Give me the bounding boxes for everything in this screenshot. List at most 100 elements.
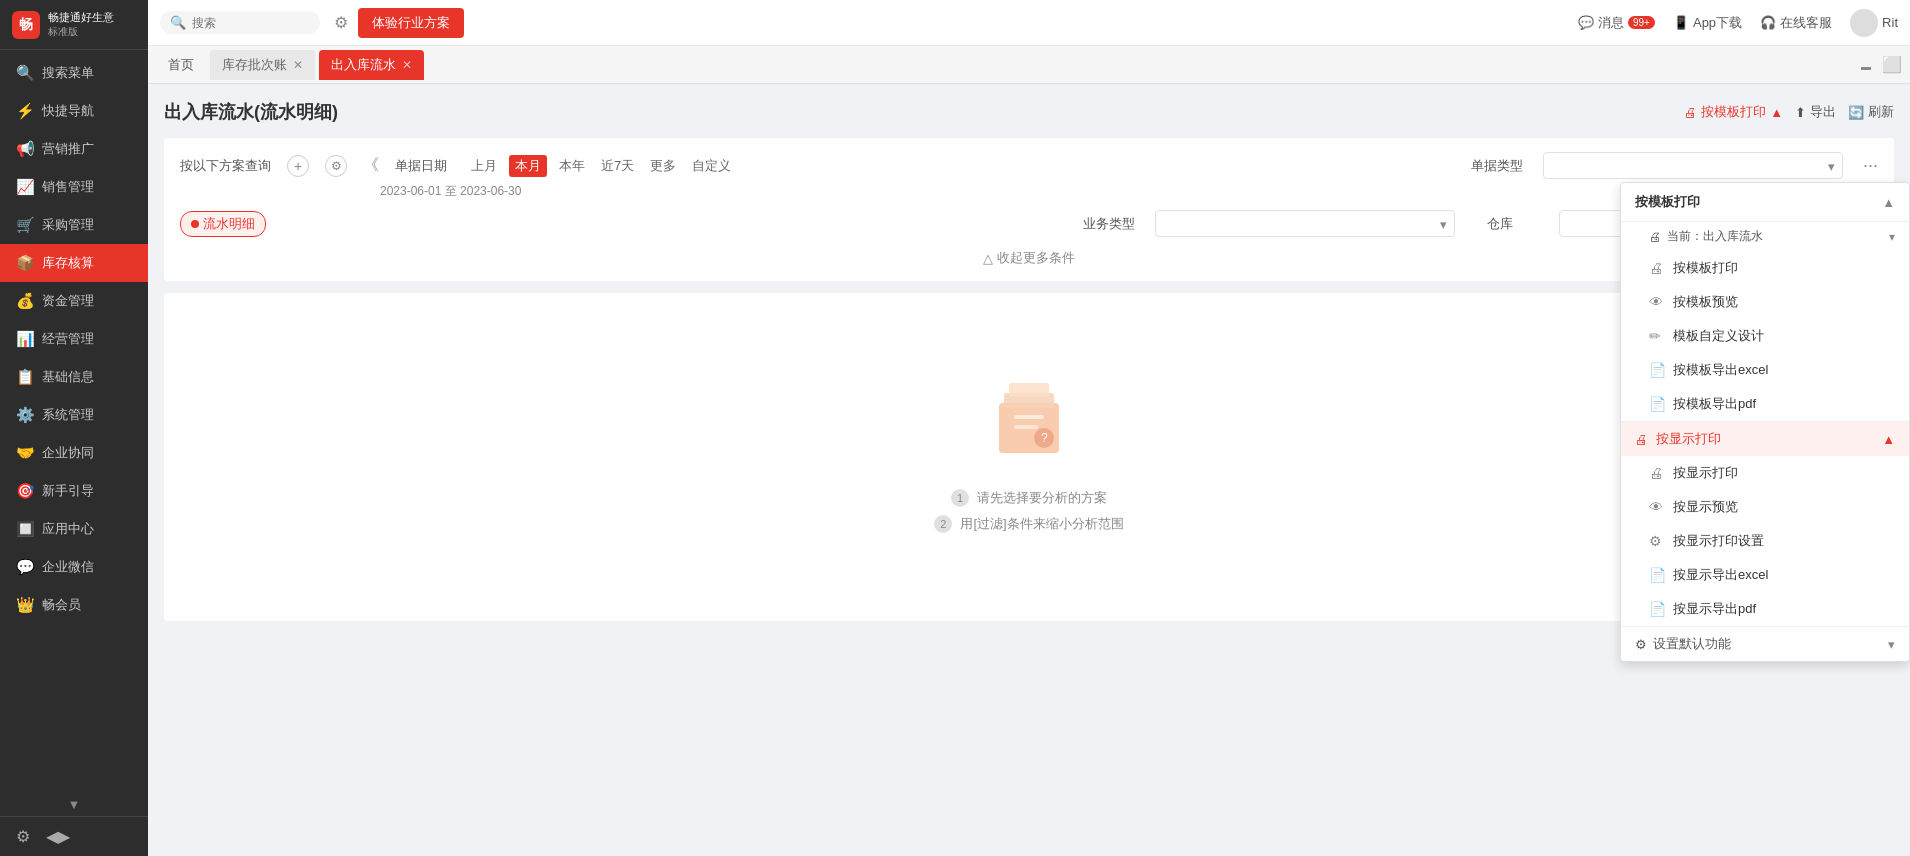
dropdown-item-display-print[interactable]: 🖨 按显示打印: [1621, 456, 1909, 490]
tab-active-close-icon[interactable]: ✕: [402, 58, 412, 72]
filter-collapse-btn[interactable]: 《: [363, 155, 379, 176]
sidebar-item-system[interactable]: ⚙️ 系统管理: [0, 396, 148, 434]
dropdown-current[interactable]: 🖨 当前：出入库流水 ▾: [1621, 222, 1909, 251]
date-opt-more[interactable]: 更多: [646, 155, 680, 177]
tab-maximize-icon[interactable]: ⬜: [1882, 55, 1902, 74]
current-filter-tag[interactable]: 流水明细: [180, 211, 266, 237]
settings-icon[interactable]: ⚙: [16, 827, 30, 846]
message-btn[interactable]: 💬 消息 99+: [1578, 14, 1655, 32]
display-print-icon: 🖨: [1649, 465, 1665, 481]
sidebar-item-sales[interactable]: 📈 销售管理: [0, 168, 148, 206]
sidebar-item-quick-nav[interactable]: ⚡ 快捷导航: [0, 92, 148, 130]
footer-arrow-icon: ▾: [1888, 637, 1895, 652]
tab-close-icon[interactable]: ✕: [293, 58, 303, 72]
dropdown-collapse-icon[interactable]: ▲: [1882, 195, 1895, 210]
dropdown-header: 按模板打印 ▲: [1621, 183, 1909, 222]
business-type-select[interactable]: [1155, 210, 1455, 237]
current-print-icon: 🖨: [1649, 230, 1661, 244]
search-input[interactable]: [192, 16, 310, 30]
purchase-icon: 🛒: [16, 216, 34, 234]
sidebar-item-label: 销售管理: [42, 178, 94, 196]
collapse-sidebar-icon[interactable]: ◀▶: [46, 827, 70, 846]
refresh-btn[interactable]: 🔄 刷新: [1848, 103, 1894, 121]
display-print-header[interactable]: 🖨 按显示打印 ▲: [1621, 422, 1909, 456]
sidebar-item-inventory[interactable]: 📦 库存核算: [0, 244, 148, 282]
sidebar-item-vip[interactable]: 👑 畅会员: [0, 586, 148, 624]
date-opt-this-month[interactable]: 本月: [509, 155, 547, 177]
tab-batch-account[interactable]: 库存批次账 ✕: [210, 50, 315, 80]
business-type-select-wrap: [1155, 210, 1455, 237]
bill-type-label: 单据类型: [1471, 157, 1527, 175]
dropdown-item-display-pdf[interactable]: 📄 按显示导出pdf: [1621, 592, 1909, 626]
sidebar-item-enterprise[interactable]: 🤝 企业协同: [0, 434, 148, 472]
tab-minimize-icon[interactable]: 🗕: [1858, 56, 1874, 74]
message-icon: 💬: [1578, 15, 1594, 30]
dropdown-item-template-print[interactable]: 🖨 按模板打印: [1621, 251, 1909, 285]
sidebar-item-basic[interactable]: 📋 基础信息: [0, 358, 148, 396]
dropdown-item-template-pdf[interactable]: 📄 按模板导出pdf: [1621, 387, 1909, 421]
sidebar-item-guide[interactable]: 🎯 新手引导: [0, 472, 148, 510]
download-icon: 📱: [1673, 15, 1689, 30]
main-area: 🔍 ⚙ 体验行业方案 💬 消息 99+ 📱 App下载 🎧 在线客服 Rit: [148, 0, 1910, 856]
template-print-btn[interactable]: 🖨 按模板打印 ▲: [1684, 103, 1783, 121]
search-box[interactable]: 🔍: [160, 11, 320, 34]
step-num-2: 2: [934, 515, 952, 533]
sidebar-item-label: 基础信息: [42, 368, 94, 386]
dropdown-item-label: 模板自定义设计: [1673, 327, 1764, 345]
sidebar-item-purchase[interactable]: 🛒 采购管理: [0, 206, 148, 244]
export-btn[interactable]: ⬆ 导出: [1795, 103, 1836, 121]
sidebar-item-label: 系统管理: [42, 406, 94, 424]
weixin-icon: 💬: [16, 558, 34, 576]
sidebar-scroll-down[interactable]: ▼: [0, 793, 148, 816]
tab-inout-flow[interactable]: 出入库流水 ✕: [319, 50, 424, 80]
date-opt-custom[interactable]: 自定义: [688, 155, 735, 177]
dropdown-item-template-custom[interactable]: ✏ 模板自定义设计: [1621, 319, 1909, 353]
industry-btn[interactable]: 体验行业方案: [358, 8, 464, 38]
sidebar-item-finance[interactable]: 💰 资金管理: [0, 282, 148, 320]
dropdown-item-label: 按显示导出pdf: [1673, 600, 1756, 618]
dropdown-footer[interactable]: ⚙ 设置默认功能 ▾: [1621, 627, 1909, 661]
business-type-label: 业务类型: [1083, 215, 1139, 233]
tab-home[interactable]: 首页: [156, 50, 206, 80]
print-icon: 🖨: [1684, 105, 1697, 120]
sidebar-item-search[interactable]: 🔍 搜索菜单: [0, 54, 148, 92]
basic-icon: 📋: [16, 368, 34, 386]
export-icon: ⬆: [1795, 105, 1806, 120]
bill-type-select[interactable]: [1543, 152, 1843, 179]
bill-type-more-icon[interactable]: ···: [1863, 155, 1878, 176]
operations-icon: 📊: [16, 330, 34, 348]
user-profile[interactable]: Rit: [1850, 9, 1898, 37]
dropdown-item-template-preview[interactable]: 👁 按模板预览: [1621, 285, 1909, 319]
date-opt-last-month[interactable]: 上月: [467, 155, 501, 177]
app-download-btn[interactable]: 📱 App下载: [1673, 14, 1742, 32]
dropdown-footer-label: 设置默认功能: [1653, 635, 1731, 653]
date-opt-this-year[interactable]: 本年: [555, 155, 589, 177]
dropdown-item-template-excel[interactable]: 📄 按模板导出excel: [1621, 353, 1909, 387]
sidebar-item-weixin[interactable]: 💬 企业微信: [0, 548, 148, 586]
current-arrow-icon: ▾: [1889, 230, 1895, 244]
display-print-header-text: 按显示打印: [1656, 430, 1721, 448]
filter-settings-btn[interactable]: ⚙: [325, 155, 347, 177]
svg-rect-4: [1014, 425, 1038, 429]
sidebar-item-label: 新手引导: [42, 482, 94, 500]
add-filter-btn[interactable]: +: [287, 155, 309, 177]
sidebar-item-marketing[interactable]: 📢 营销推广: [0, 130, 148, 168]
service-icon: 🎧: [1760, 15, 1776, 30]
tab-label: 库存批次账: [222, 56, 287, 74]
page-actions: 🖨 按模板打印 ▲ ⬆ 导出 🔄 刷新: [1684, 103, 1894, 121]
app-download-label: App下载: [1693, 14, 1742, 32]
dropdown-current-label: 当前：出入库流水: [1667, 228, 1763, 245]
dropdown-item-display-excel[interactable]: 📄 按显示导出excel: [1621, 558, 1909, 592]
sidebar-item-label: 经营管理: [42, 330, 94, 348]
tab-label: 出入库流水: [331, 56, 396, 74]
dropdown-item-display-settings[interactable]: ⚙ 按显示打印设置: [1621, 524, 1909, 558]
date-opt-7days[interactable]: 近7天: [597, 155, 638, 177]
sidebar-item-label: 采购管理: [42, 216, 94, 234]
sidebar-item-app-center[interactable]: 🔲 应用中心: [0, 510, 148, 548]
dropdown-item-display-preview[interactable]: 👁 按显示预览: [1621, 490, 1909, 524]
settings-gear-icon[interactable]: ⚙: [334, 13, 348, 32]
online-service-btn[interactable]: 🎧 在线客服: [1760, 14, 1832, 32]
sidebar-item-operations[interactable]: 📊 经营管理: [0, 320, 148, 358]
template-custom-icon: ✏: [1649, 328, 1665, 344]
dropdown-item-label: 按显示导出excel: [1673, 566, 1768, 584]
